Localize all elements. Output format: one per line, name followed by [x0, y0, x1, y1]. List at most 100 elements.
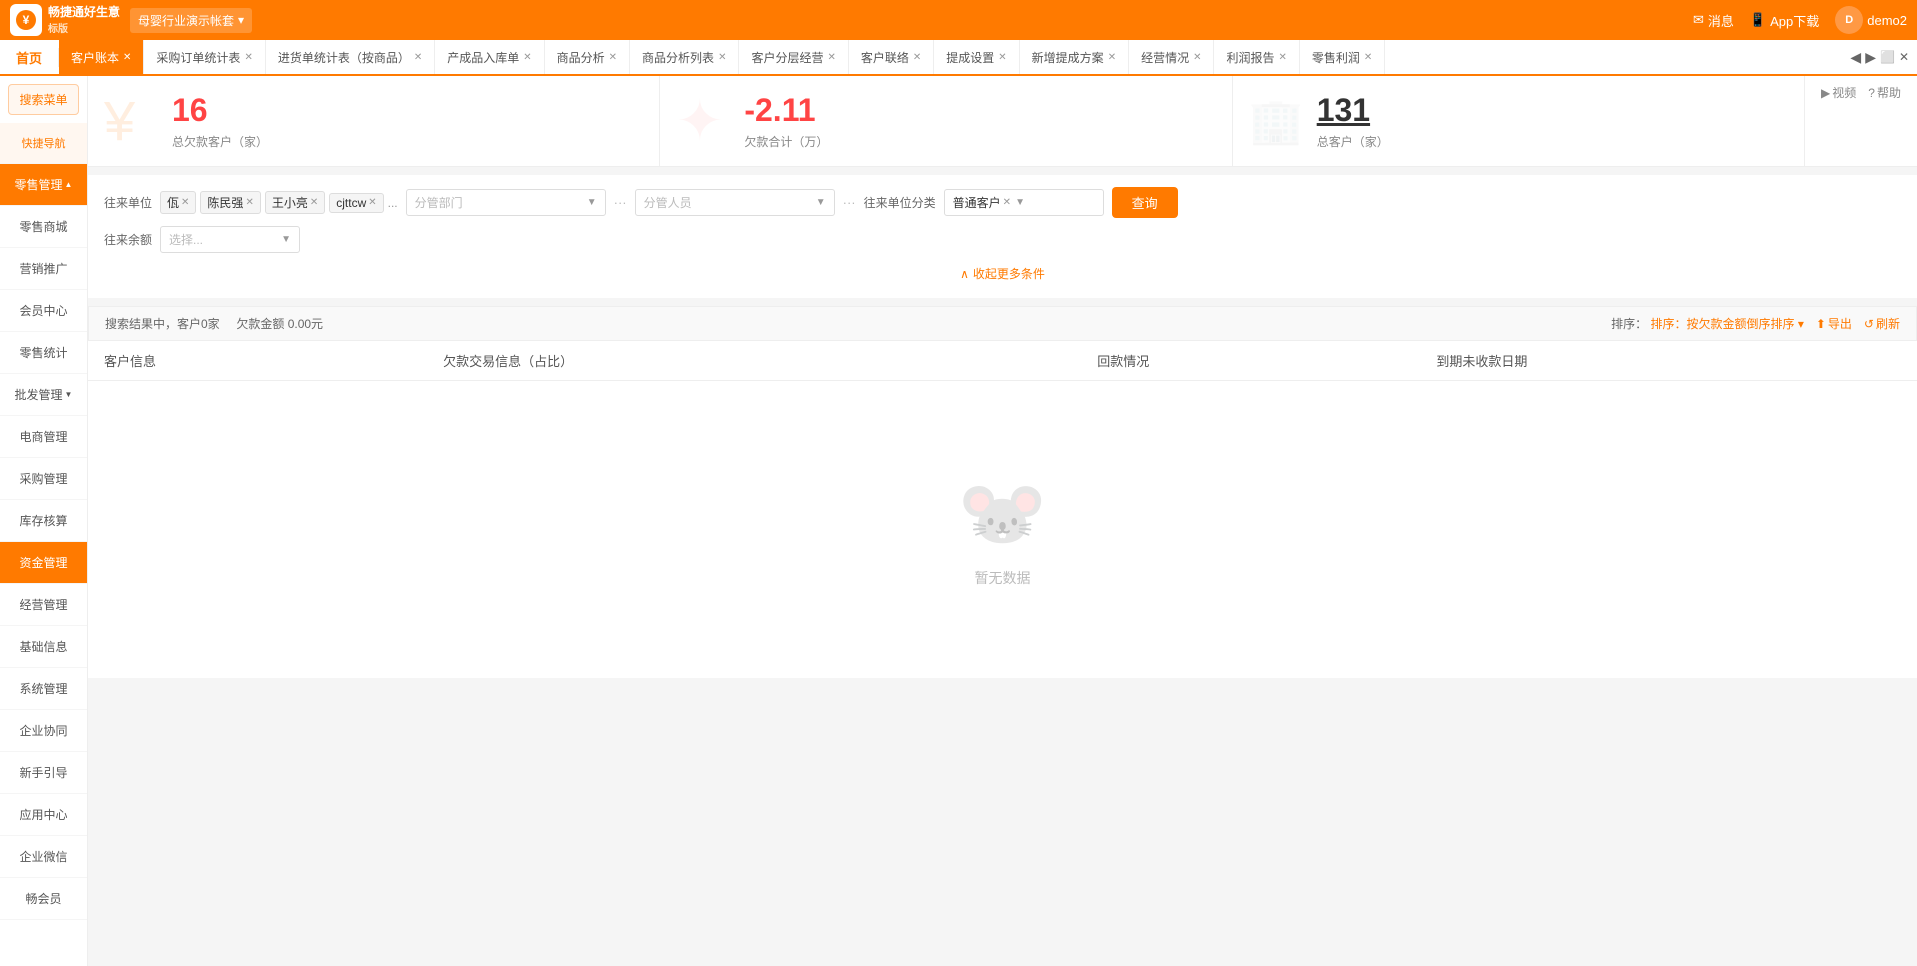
sidebar-item-operation[interactable]: 经营管理	[0, 584, 87, 626]
sidebar-item-purchase[interactable]: 采购管理	[0, 458, 87, 500]
tab-10[interactable]: 经营情况 ✕	[1129, 40, 1214, 75]
total-debt-amount-value: -2.11	[744, 92, 828, 129]
sidebar-item-member2[interactable]: 畅会员	[0, 878, 87, 920]
nav-prev[interactable]: ◀	[1850, 49, 1861, 66]
close-tab-4[interactable]: ✕	[609, 52, 617, 63]
refresh-btn[interactable]: ↺ 刷新	[1864, 315, 1900, 332]
sort-arrow[interactable]: ▾	[1798, 317, 1804, 331]
message-icon: ✉	[1693, 12, 1704, 28]
close-tab-12[interactable]: ✕	[1364, 52, 1372, 63]
filter-more-tags[interactable]: ...	[388, 196, 398, 210]
tab-3[interactable]: 产成品入库单 ✕	[435, 40, 544, 75]
sort-label: 排序： 排序：按欠款金额倒序排序 ▾	[1611, 315, 1804, 332]
results-actions: 排序： 排序：按欠款金额倒序排序 ▾ ⬆ 导出 ↺ 刷新	[1611, 315, 1900, 332]
sidebar-item-retail-mall[interactable]: 零售商城	[0, 206, 87, 248]
close-tab-11[interactable]: ✕	[1279, 52, 1287, 63]
tab-6[interactable]: 客户分层经营 ✕	[739, 40, 848, 75]
tab-2[interactable]: 进货单统计表（按商品） ✕	[266, 40, 435, 75]
close-tab-6[interactable]: ✕	[827, 52, 835, 63]
category-selector[interactable]: 普通客户 ✕ ▼	[944, 189, 1104, 216]
filter-row-2: 往来余额 选择... ▼	[104, 226, 1901, 253]
sidebar-item-enterprise[interactable]: 企业协同	[0, 710, 87, 752]
remove-tag-wa[interactable]: ✕	[181, 197, 189, 208]
sidebar-item-retail[interactable]: 零售管理 ▲	[0, 164, 87, 206]
top-bar: ¥ 畅捷通好生意 标版 母婴行业演示帐套 ▾ ✉ 消息 📱 App下载 D de…	[0, 0, 1917, 40]
nav-close-all[interactable]: ✕	[1899, 50, 1909, 64]
remove-tag-cjttcw[interactable]: ✕	[368, 197, 376, 208]
dept-selector[interactable]: 分管部门 ▼	[406, 189, 606, 216]
sidebar-item-finance[interactable]: 资金管理	[0, 542, 87, 584]
tab-12[interactable]: 零售利润 ✕	[1300, 40, 1385, 75]
export-icon: ⬆	[1816, 317, 1826, 331]
account-selector[interactable]: 母婴行业演示帐套 ▾	[130, 8, 252, 33]
tab-1[interactable]: 采购订单统计表 ✕	[144, 40, 265, 75]
export-btn[interactable]: ⬆ 导出	[1816, 315, 1852, 332]
sidebar-item-wholesale[interactable]: 批发管理 ▼	[0, 374, 87, 416]
app-download-btn[interactable]: 📱 App下载	[1750, 11, 1819, 30]
sidebar-item-system[interactable]: 系统管理	[0, 668, 87, 710]
remove-tag-chen[interactable]: ✕	[245, 197, 253, 208]
collapse-btn[interactable]: ∧ 收起更多条件	[960, 265, 1045, 282]
filter-tag-cjttcw: cjttcw ✕	[329, 193, 383, 213]
search-menu-btn[interactable]: 搜索菜单	[8, 84, 79, 115]
tab-home[interactable]: 首页	[0, 48, 59, 67]
nav-maximize[interactable]: ⬜	[1880, 50, 1895, 64]
help-btn[interactable]: ? 帮助	[1868, 84, 1901, 101]
logo: ¥ 畅捷通好生意 标版	[10, 4, 120, 36]
person-selector[interactable]: 分管人员 ▼	[635, 189, 835, 216]
tab-7[interactable]: 客户联络 ✕	[849, 40, 934, 75]
person-dropdown-arrow: ▼	[816, 197, 826, 208]
collapse-icon: ∧	[960, 267, 969, 281]
close-tab-10[interactable]: ✕	[1193, 52, 1201, 63]
dept-dropdown-arrow: ▼	[587, 197, 597, 208]
query-button[interactable]: 查询	[1112, 187, 1178, 218]
tab-0[interactable]: 客户账本 ✕	[59, 40, 144, 75]
sidebar-item-wechat[interactable]: 企业微信	[0, 836, 87, 878]
sidebar-item-apps[interactable]: 应用中心	[0, 794, 87, 836]
close-tab-0[interactable]: ✕	[123, 52, 131, 63]
message-btn[interactable]: ✉ 消息	[1693, 11, 1734, 30]
close-tab-7[interactable]: ✕	[913, 52, 921, 63]
balance-selector[interactable]: 选择... ▼	[160, 226, 300, 253]
unit-label: 往来单位	[104, 194, 152, 211]
close-tab-1[interactable]: ✕	[244, 52, 252, 63]
dept-more-btn[interactable]: ···	[614, 195, 627, 210]
sidebar-item-member[interactable]: 会员中心	[0, 290, 87, 332]
tab-8[interactable]: 提成设置 ✕	[934, 40, 1019, 75]
sidebar-item-marketing[interactable]: 营销推广	[0, 248, 87, 290]
sidebar-item-retail-stats[interactable]: 零售统计	[0, 332, 87, 374]
filter-tag-wang: 王小亮 ✕	[265, 191, 325, 214]
tab-11[interactable]: 利润报告 ✕	[1214, 40, 1299, 75]
close-tab-8[interactable]: ✕	[998, 52, 1006, 63]
close-tab-2[interactable]: ✕	[414, 52, 422, 63]
user-profile[interactable]: D demo2	[1835, 6, 1907, 34]
sidebar-item-inventory[interactable]: 库存核算	[0, 500, 87, 542]
tab-4[interactable]: 商品分析 ✕	[545, 40, 630, 75]
summary-card-customers: ¥ 16 总欠款客户（家）	[88, 76, 660, 166]
sidebar-item-ecommerce[interactable]: 电商管理	[0, 416, 87, 458]
filter-area: 往来单位 佤 ✕ 陈民强 ✕ 王小亮 ✕ cjttcw	[88, 175, 1917, 298]
close-tab-3[interactable]: ✕	[523, 52, 531, 63]
filter-tag-chen: 陈民强 ✕	[200, 191, 260, 214]
summary-card-total-customers: 🏢 131 总客户（家）	[1233, 76, 1805, 166]
remove-category-tag[interactable]: ✕	[1003, 197, 1011, 208]
remove-tag-wang[interactable]: ✕	[310, 197, 318, 208]
close-tab-9[interactable]: ✕	[1108, 52, 1116, 63]
sidebar-item-basic-info[interactable]: 基础信息	[0, 626, 87, 668]
empty-icon: 🐭	[958, 471, 1048, 556]
nav-next[interactable]: ▶	[1865, 49, 1876, 66]
help-icon: ?	[1868, 86, 1875, 100]
tab-5[interactable]: 商品分析列表 ✕	[630, 40, 739, 75]
summary-cards: ¥ 16 总欠款客户（家） ✦ -2.11 欠款合计（万） 🏢 131 总客户（…	[88, 76, 1917, 167]
sidebar-item-guide[interactable]: 新手引导	[0, 752, 87, 794]
video-btn[interactable]: ▶ 视频	[1821, 84, 1856, 101]
col-repayment: 回款情况	[1081, 341, 1420, 381]
filter-tags-unit: 佤 ✕ 陈民强 ✕ 王小亮 ✕ cjttcw ✕ ...	[160, 191, 398, 214]
total-customers-value: 131	[1317, 92, 1389, 129]
person-more-btn[interactable]: ···	[843, 195, 856, 210]
close-tab-5[interactable]: ✕	[718, 52, 726, 63]
summary-help-area: ▶ 视频 ? 帮助	[1805, 76, 1917, 166]
tab-9[interactable]: 新增提成方案 ✕	[1020, 40, 1129, 75]
empty-state: 🐭 暂无数据	[104, 391, 1901, 668]
sidebar-item-quick-nav[interactable]: 快捷导航	[0, 123, 87, 164]
